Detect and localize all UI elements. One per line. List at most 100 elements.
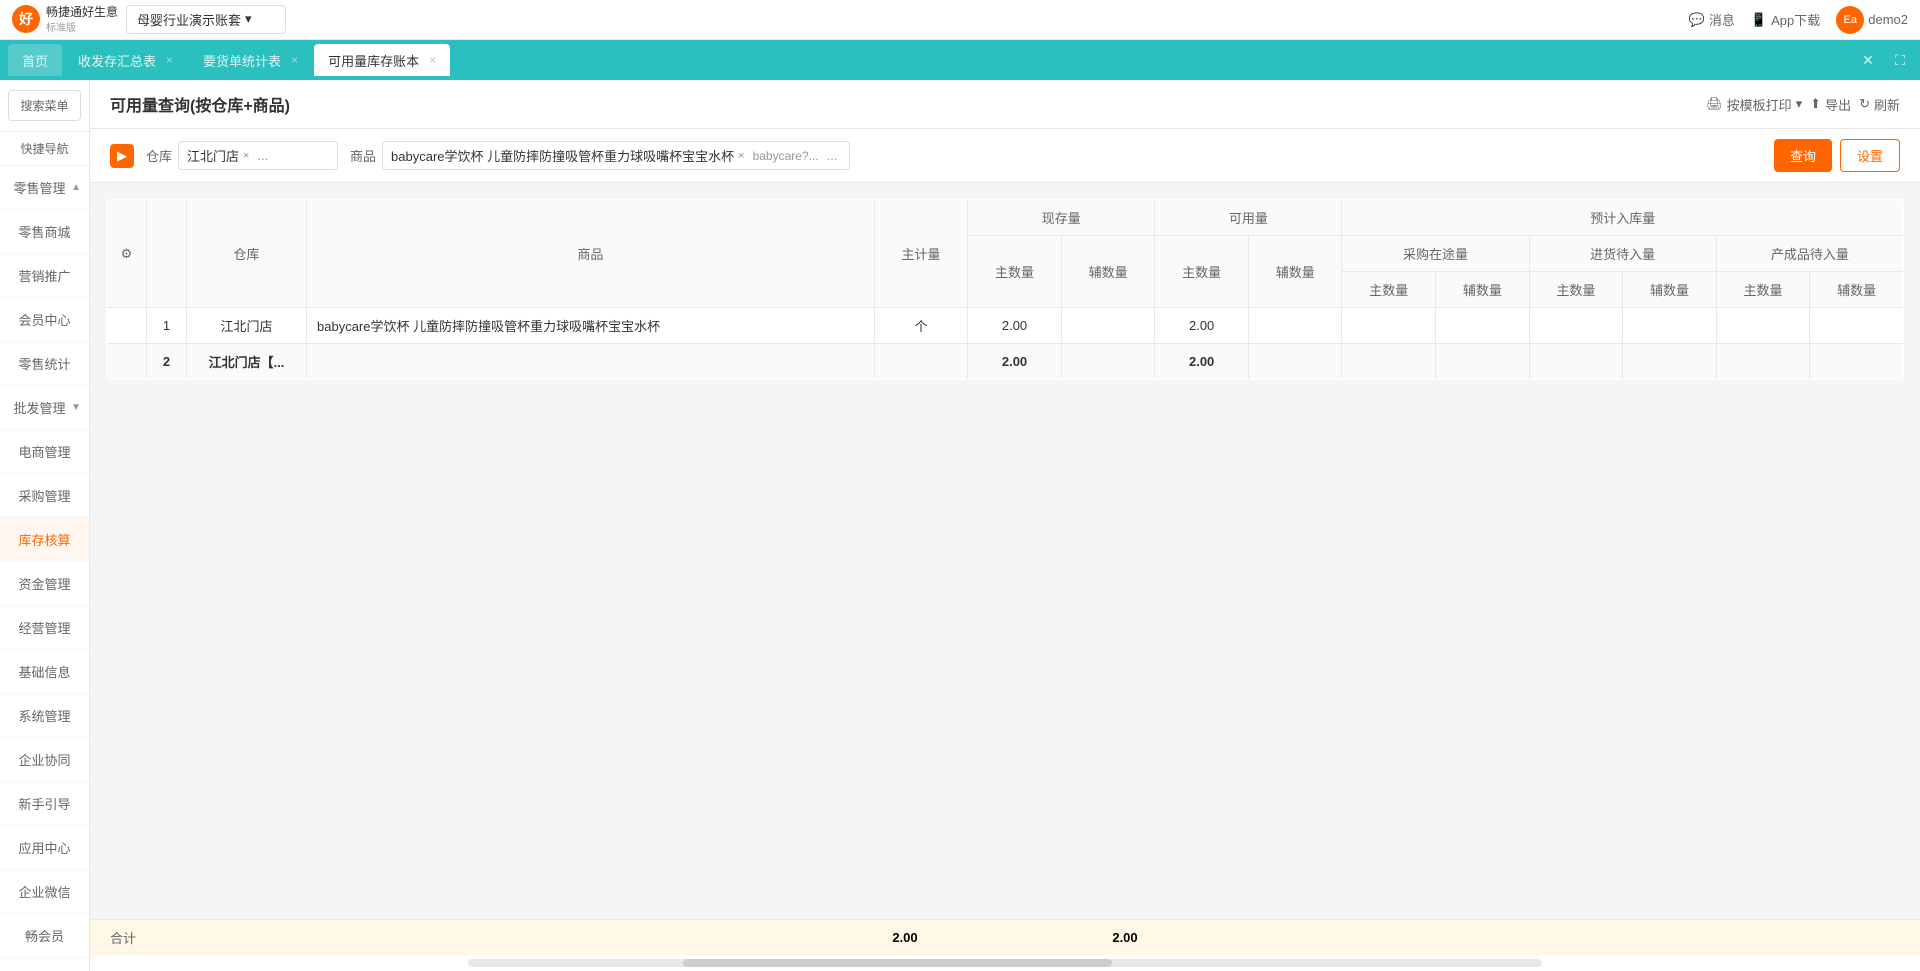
warehouse-filter-group: 仓库 江北门店 × ... [146,141,338,170]
sidebar-item-fund-mgmt[interactable]: 资金管理 [0,562,89,606]
td-current-aux-2 [1061,344,1155,380]
app-download-btn[interactable]: 📱 App下载 [1751,10,1820,29]
sidebar-item-system-mgmt[interactable]: 系统管理 [0,694,89,738]
warehouse-input[interactable]: 江北门店 × ... [178,141,338,170]
sidebar-item-inventory-accounting[interactable]: 库存核算 [0,518,89,562]
product-extra: babycare?... [753,149,819,163]
sidebar-item-app-center[interactable]: 应用中心 [0,826,89,870]
tab-home[interactable]: 首页 [8,44,62,76]
logo-text-area: 畅捷通好生意 标准版 [46,5,118,34]
sidebar-item-purchase-mgmt[interactable]: 采购管理 [0,474,89,518]
tab-available-inventory[interactable]: 可用量库存账本 × [314,44,450,76]
message-btn[interactable]: 💬 消息 [1689,10,1735,29]
td-inbound-aux-1 [1623,308,1717,344]
search-menu-btn[interactable]: 搜索菜单 [8,90,81,121]
horizontal-scrollbar-track[interactable] [468,959,1542,967]
chevron-icon-retail: ▲ [71,182,81,193]
td-avail-aux-1 [1248,308,1342,344]
horizontal-scrollbar-thumb[interactable] [683,959,1113,967]
sidebar-label-app-center: 应用中心 [8,838,81,857]
warehouse-label: 仓库 [146,146,172,165]
export-icon: ⬆ [1810,96,1821,112]
page-header: 可用量查询(按仓库+商品) 🖨 按模板打印 ▾ ⬆ 导出 ↻ 刷新 [90,80,1920,129]
table-header-row-1: ⚙ 仓库 商品 主计量 现存量 可用量 预计入库量 [107,200,1904,236]
warehouse-dots[interactable]: ... [253,148,272,163]
sidebar-item-member-center[interactable]: 会员中心 [0,298,89,342]
product-remove-btn[interactable]: × [738,150,744,162]
sidebar-item-marketing[interactable]: 营销推广 [0,254,89,298]
th-current-stock-group: 现存量 [968,200,1155,236]
sidebar-item-chang-member[interactable]: 畅会员 [0,914,89,958]
nav-right-controls: ✕ ⛶ [1856,48,1912,72]
store-select[interactable]: 母婴行业演示账套 ▾ [126,5,286,34]
th-current-main: 主数量 [968,236,1062,308]
table-row: 1 江北门店 babycare学饮杯 儿童防摔防撞吸管杯重力球吸嘴杯宝宝水杯 个… [107,308,1904,344]
sidebar-search-area: 搜索菜单 [0,80,89,132]
table-row: 2 江北门店【... 2.00 2.00 [107,344,1904,380]
tab-order-stats-close[interactable]: × [291,53,298,67]
product-input[interactable]: babycare学饮杯 儿童防摔防撞吸管杯重力球吸嘴杯宝宝水杯 × babyca… [382,141,850,170]
tab-order-stats[interactable]: 要货单统计表 × [189,44,312,76]
th-purchase-transit-group: 采购在途量 [1342,236,1529,272]
top-bar-left: 好 畅捷通好生意 标准版 母婴行业演示账套 ▾ [12,5,286,34]
product-dots[interactable]: ... [823,148,842,163]
filter-bar: ▶ 仓库 江北门店 × ... 商品 babycare学饮杯 儿童防摔防撞吸管杯… [90,129,1920,183]
nav-tabs: 首页 收发存汇总表 × 要货单统计表 × 可用量库存账本 × ✕ ⛶ [0,40,1920,80]
tab-order-stats-label: 要货单统计表 [203,51,281,70]
td-purchase-aux-1 [1436,308,1530,344]
th-current-aux: 辅数量 [1061,236,1155,308]
td-warehouse-2: 江北门店【... [187,344,307,380]
sidebar-item-operation-mgmt[interactable]: 经营管理 [0,606,89,650]
td-gear-2 [107,344,147,380]
nav-fullscreen-btn[interactable]: ⛶ [1888,48,1912,72]
th-unit: 主计量 [874,200,968,308]
sidebar-item-newbie-guide[interactable]: 新手引导 [0,782,89,826]
tab-available-inventory-close[interactable]: × [429,53,436,67]
filter-expand-btn[interactable]: ▶ [110,144,134,168]
td-num-1: 1 [147,308,187,344]
refresh-btn[interactable]: ↻ 刷新 [1859,95,1900,114]
export-btn[interactable]: ⬆ 导出 [1810,95,1851,114]
td-current-aux-1 [1061,308,1155,344]
table-area: ⚙ 仓库 商品 主计量 现存量 可用量 预计入库量 主数量 辅数量 主数量 辅数… [90,183,1920,919]
print-btn[interactable]: 🖨 按模板打印 ▾ [1706,95,1802,114]
tab-summary[interactable]: 收发存汇总表 × [64,44,187,76]
sidebar-label-operation-mgmt: 经营管理 [8,618,81,637]
td-product-aux-2 [1810,344,1904,380]
scrollbar-area [90,955,1920,971]
td-current-main-1: 2.00 [968,308,1062,344]
th-planned-inbound-group: 预计入库量 [1342,200,1904,236]
sidebar-label-chang-member: 畅会员 [8,926,81,945]
th-product-aux: 辅数量 [1810,272,1904,308]
td-purchase-main-2 [1342,344,1436,380]
th-gear[interactable]: ⚙ [107,200,147,308]
sidebar-item-ecommerce-mgmt[interactable]: 电商管理 [0,430,89,474]
nav-close-btn[interactable]: ✕ [1856,48,1880,72]
td-gear-1 [107,308,147,344]
sidebar-item-enterprise-wechat[interactable]: 企业微信 [0,870,89,914]
quick-nav-btn[interactable]: 快捷导航 [0,132,89,166]
sidebar-label-fund-mgmt: 资金管理 [8,574,81,593]
sidebar-item-retail-mall[interactable]: 零售商城 [0,210,89,254]
sidebar-item-retail-stats[interactable]: 零售统计 [0,342,89,386]
td-warehouse-1: 江北门店 [187,308,307,344]
th-purchase-aux: 辅数量 [1436,272,1530,308]
sidebar-item-wholesale-mgmt[interactable]: 批发管理 ▼ [0,386,89,430]
sidebar-item-basic-info[interactable]: 基础信息 [0,650,89,694]
sidebar-item-enterprise-collab[interactable]: 企业协同 [0,738,89,782]
td-inbound-aux-2 [1623,344,1717,380]
sidebar-item-retail-mgmt[interactable]: 零售管理 ▲ [0,166,89,210]
sidebar: 搜索菜单 快捷导航 零售管理 ▲ 零售商城 营销推广 会员中心 零售统计 批发管… [0,80,90,971]
tab-summary-close[interactable]: × [166,53,173,67]
td-inbound-main-2 [1529,344,1623,380]
tab-home-label: 首页 [22,51,48,70]
sidebar-label-retail-mall: 零售商城 [8,222,81,241]
settings-btn[interactable]: 设置 [1840,139,1900,172]
warehouse-remove-btn[interactable]: × [243,150,249,162]
th-product-pending-group: 产成品待入量 [1716,236,1903,272]
export-label: 导出 [1825,95,1851,114]
main-layout: 搜索菜单 快捷导航 零售管理 ▲ 零售商城 营销推广 会员中心 零售统计 批发管… [0,80,1920,971]
query-btn[interactable]: 查询 [1774,139,1832,172]
user-area[interactable]: Ea demo2 [1836,6,1908,34]
sidebar-label-ecommerce-mgmt: 电商管理 [8,442,81,461]
